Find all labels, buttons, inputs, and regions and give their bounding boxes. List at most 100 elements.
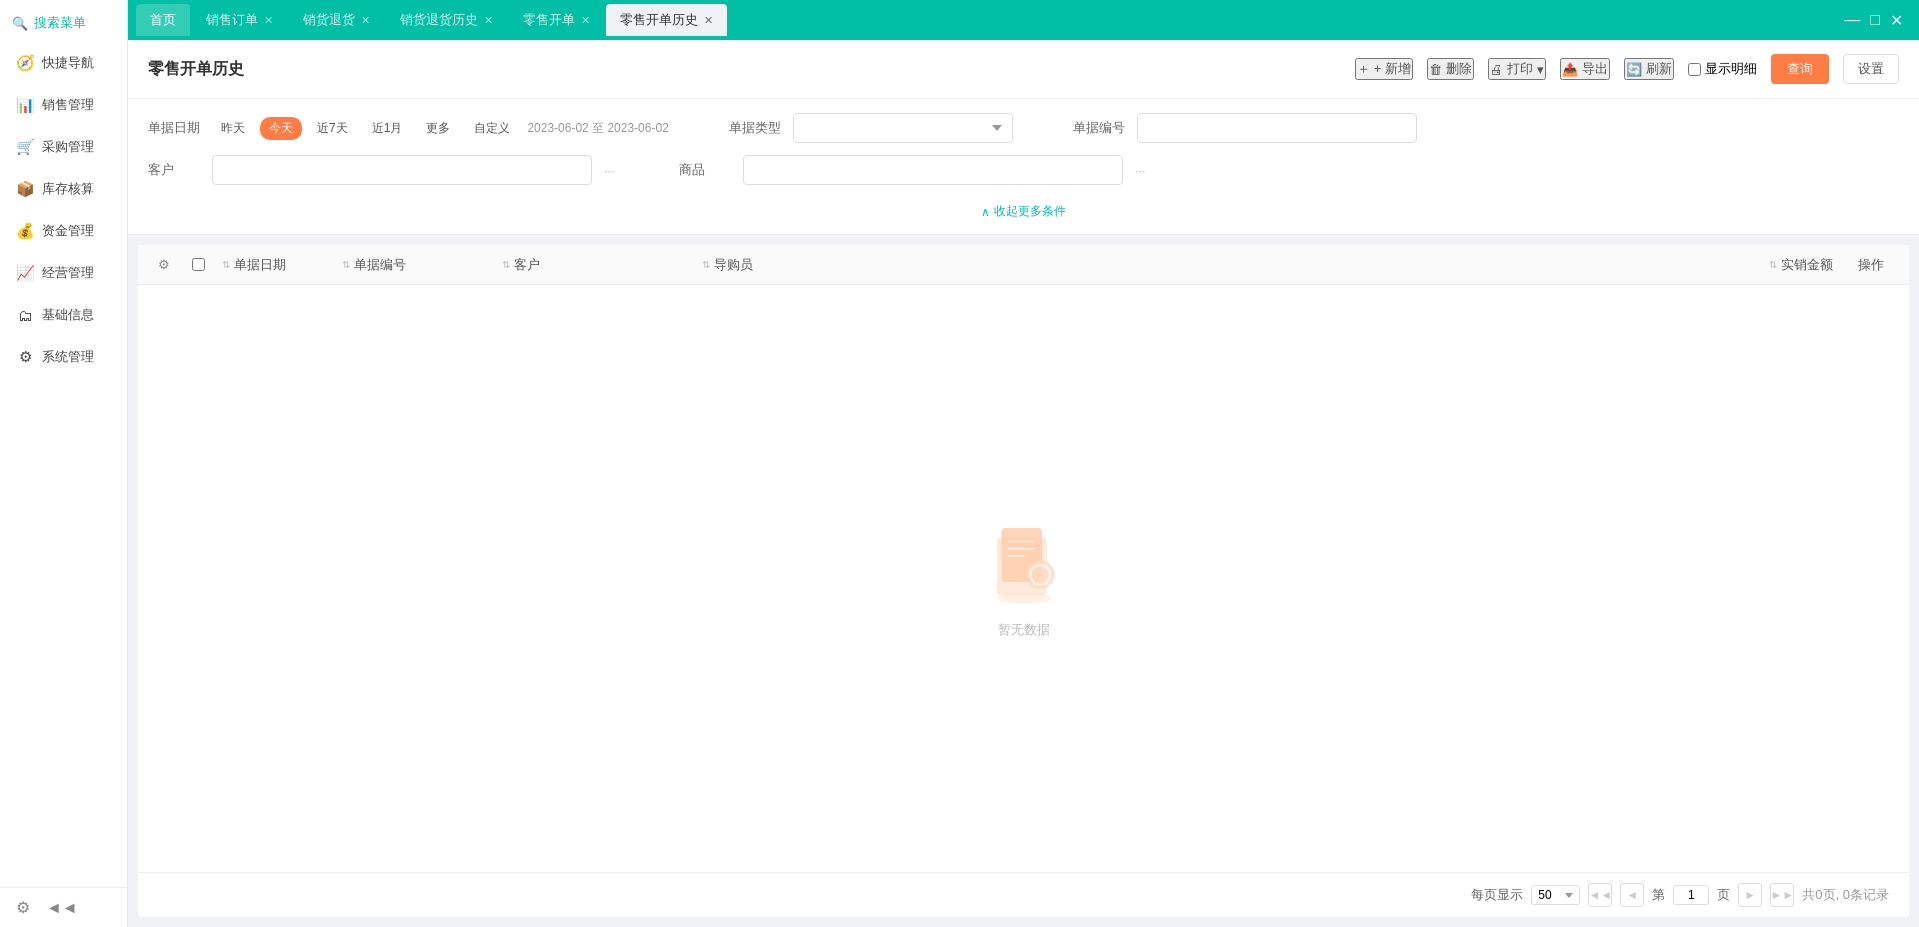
- settings-button[interactable]: 设置: [1843, 54, 1899, 84]
- sidebar-item-label: 系统管理: [42, 348, 94, 366]
- date-btn-custom[interactable]: 自定义: [465, 117, 519, 140]
- th-guide: ⇅ 导购员: [694, 256, 814, 274]
- select-all-checkbox[interactable]: [192, 258, 205, 271]
- tab-retail-history-close[interactable]: ✕: [704, 14, 713, 27]
- date-field: 单据日期 昨天 今天 近7天 近1月 更多 自定义 2023-06-02 至 2…: [148, 117, 669, 140]
- display-checkbox-input[interactable]: [1688, 63, 1701, 76]
- add-button[interactable]: ＋ + 新增: [1355, 58, 1413, 80]
- tab-sales-return[interactable]: 销货退货 ✕: [289, 4, 384, 36]
- page-text: 第: [1652, 886, 1665, 904]
- tab-sales-return-close[interactable]: ✕: [361, 14, 370, 27]
- tab-retail-history[interactable]: 零售开单历史 ✕: [606, 4, 727, 36]
- trending-icon: 📈: [16, 264, 34, 282]
- print-icon: 🖨: [1490, 62, 1503, 77]
- sort-icon-date[interactable]: ⇅: [222, 259, 230, 270]
- table-area: ⚙ ⇅ 单据日期 ⇅ 单据编号 ⇅ 客户 ⇅ 导购员: [138, 245, 1909, 917]
- table-select-all[interactable]: [182, 258, 214, 271]
- money-icon: 💰: [16, 222, 34, 240]
- sidebar-item-base-info[interactable]: 🗂 基础信息: [0, 294, 127, 336]
- sidebar-nav: 🧭 快捷导航 📊 销售管理 🛒 采购管理 📦 库存核算 💰 资金管理 📈 经营管…: [0, 42, 127, 887]
- add-label: + 新增: [1374, 60, 1411, 78]
- search-icon: 🔍: [12, 16, 28, 31]
- per-page-label: 每页显示: [1471, 886, 1523, 904]
- sidebar-collapse-btn[interactable]: ◄◄: [46, 899, 78, 917]
- th-date: ⇅ 单据日期: [214, 256, 334, 274]
- sidebar-item-label: 资金管理: [42, 222, 94, 240]
- tab-sales-return-history-label: 销货退货历史: [400, 11, 478, 29]
- goods-dots[interactable]: ···: [1131, 159, 1150, 182]
- query-button[interactable]: 查询: [1771, 54, 1829, 84]
- sidebar-item-label: 销售管理: [42, 96, 94, 114]
- prev-page-btn[interactable]: ◄: [1620, 883, 1644, 907]
- sidebar-item-sales-mgmt[interactable]: 📊 销售管理: [0, 84, 127, 126]
- refresh-button[interactable]: 🔄 刷新: [1624, 58, 1674, 80]
- tab-retail-open[interactable]: 零售开单 ✕: [509, 4, 604, 36]
- number-field: 单据编号: [1073, 113, 1417, 143]
- chart-icon: 📊: [16, 96, 34, 114]
- print-label: 打印: [1507, 60, 1533, 78]
- delete-button[interactable]: 🗑 删除: [1427, 58, 1474, 80]
- sidebar-item-operations[interactable]: 📈 经营管理: [0, 252, 127, 294]
- folder-icon: 🗂: [16, 307, 34, 324]
- th-number-label: 单据编号: [354, 256, 406, 274]
- tab-retail-open-label: 零售开单: [523, 11, 575, 29]
- date-btn-more[interactable]: 更多: [417, 117, 459, 140]
- customer-input[interactable]: [212, 155, 592, 185]
- export-icon: 📤: [1562, 62, 1578, 77]
- collapse-row[interactable]: ∧ 收起更多条件: [148, 197, 1899, 220]
- sort-icon-amount[interactable]: ⇅: [1769, 259, 1777, 270]
- per-page-select[interactable]: 50 10 20 100: [1531, 885, 1580, 905]
- page-input[interactable]: [1673, 885, 1709, 905]
- type-field: 单据类型: [729, 113, 1013, 143]
- sidebar-item-inventory[interactable]: 📦 库存核算: [0, 168, 127, 210]
- window-controls: — □ ✕: [1844, 11, 1911, 30]
- th-amount: ⇅ 实销金额: [1721, 256, 1841, 274]
- sort-icon-customer[interactable]: ⇅: [502, 259, 510, 270]
- next-page-btn[interactable]: ►: [1738, 883, 1762, 907]
- last-page-btn[interactable]: ►►: [1770, 883, 1794, 907]
- tab-retail-open-close[interactable]: ✕: [581, 14, 590, 27]
- sidebar-settings-btn[interactable]: ⚙: [16, 898, 30, 917]
- print-button[interactable]: 🖨 打印 ▾: [1488, 58, 1546, 80]
- date-btn-yesterday[interactable]: 昨天: [212, 117, 254, 140]
- tab-sales-return-label: 销货退货: [303, 11, 355, 29]
- sidebar-item-label: 经营管理: [42, 264, 94, 282]
- sidebar-item-system-mgmt[interactable]: ⚙ 系统管理: [0, 336, 127, 378]
- goods-input[interactable]: [743, 155, 1123, 185]
- close-btn[interactable]: ✕: [1890, 11, 1903, 30]
- tab-home[interactable]: 首页: [136, 4, 190, 36]
- sort-icon-number[interactable]: ⇅: [342, 259, 350, 270]
- number-input[interactable]: [1137, 113, 1417, 143]
- maximize-btn[interactable]: □: [1870, 11, 1880, 29]
- th-action: 操作: [1841, 256, 1901, 274]
- date-btn-7days[interactable]: 近7天: [308, 117, 357, 140]
- print-arrow-icon: ▾: [1537, 62, 1544, 77]
- export-button[interactable]: 📤 导出: [1560, 58, 1610, 80]
- sidebar-item-finance[interactable]: 💰 资金管理: [0, 210, 127, 252]
- refresh-icon: 🔄: [1626, 62, 1642, 77]
- delete-label: 删除: [1446, 60, 1472, 78]
- type-select[interactable]: [793, 113, 1013, 143]
- type-label: 单据类型: [729, 119, 785, 137]
- tab-sales-order-close[interactable]: ✕: [264, 14, 273, 27]
- customer-dots[interactable]: ···: [600, 159, 619, 182]
- sidebar-item-purchase-mgmt[interactable]: 🛒 采购管理: [0, 126, 127, 168]
- minimize-btn[interactable]: —: [1844, 11, 1860, 29]
- tab-sales-order[interactable]: 销售订单 ✕: [192, 4, 287, 36]
- sort-icon-guide[interactable]: ⇅: [702, 259, 710, 270]
- sidebar-item-label: 采购管理: [42, 138, 94, 156]
- date-btn-today[interactable]: 今天: [260, 117, 302, 140]
- sidebar-item-label: 快捷导航: [42, 54, 94, 72]
- tab-sales-return-history[interactable]: 销货退货历史 ✕: [386, 4, 507, 36]
- sidebar-search[interactable]: 🔍 搜索菜单: [0, 0, 127, 42]
- th-date-label: 单据日期: [234, 256, 286, 274]
- tab-sales-return-history-close[interactable]: ✕: [484, 14, 493, 27]
- svg-line-8: [1050, 584, 1058, 592]
- display-detail-checkbox[interactable]: 显示明细: [1688, 60, 1757, 78]
- table-settings-icon[interactable]: ⚙: [146, 257, 182, 272]
- display-label: 显示明细: [1705, 60, 1757, 78]
- sidebar-item-label: 库存核算: [42, 180, 94, 198]
- date-btn-1month[interactable]: 近1月: [363, 117, 412, 140]
- first-page-btn[interactable]: ◄◄: [1588, 883, 1612, 907]
- sidebar-item-quick-nav[interactable]: 🧭 快捷导航: [0, 42, 127, 84]
